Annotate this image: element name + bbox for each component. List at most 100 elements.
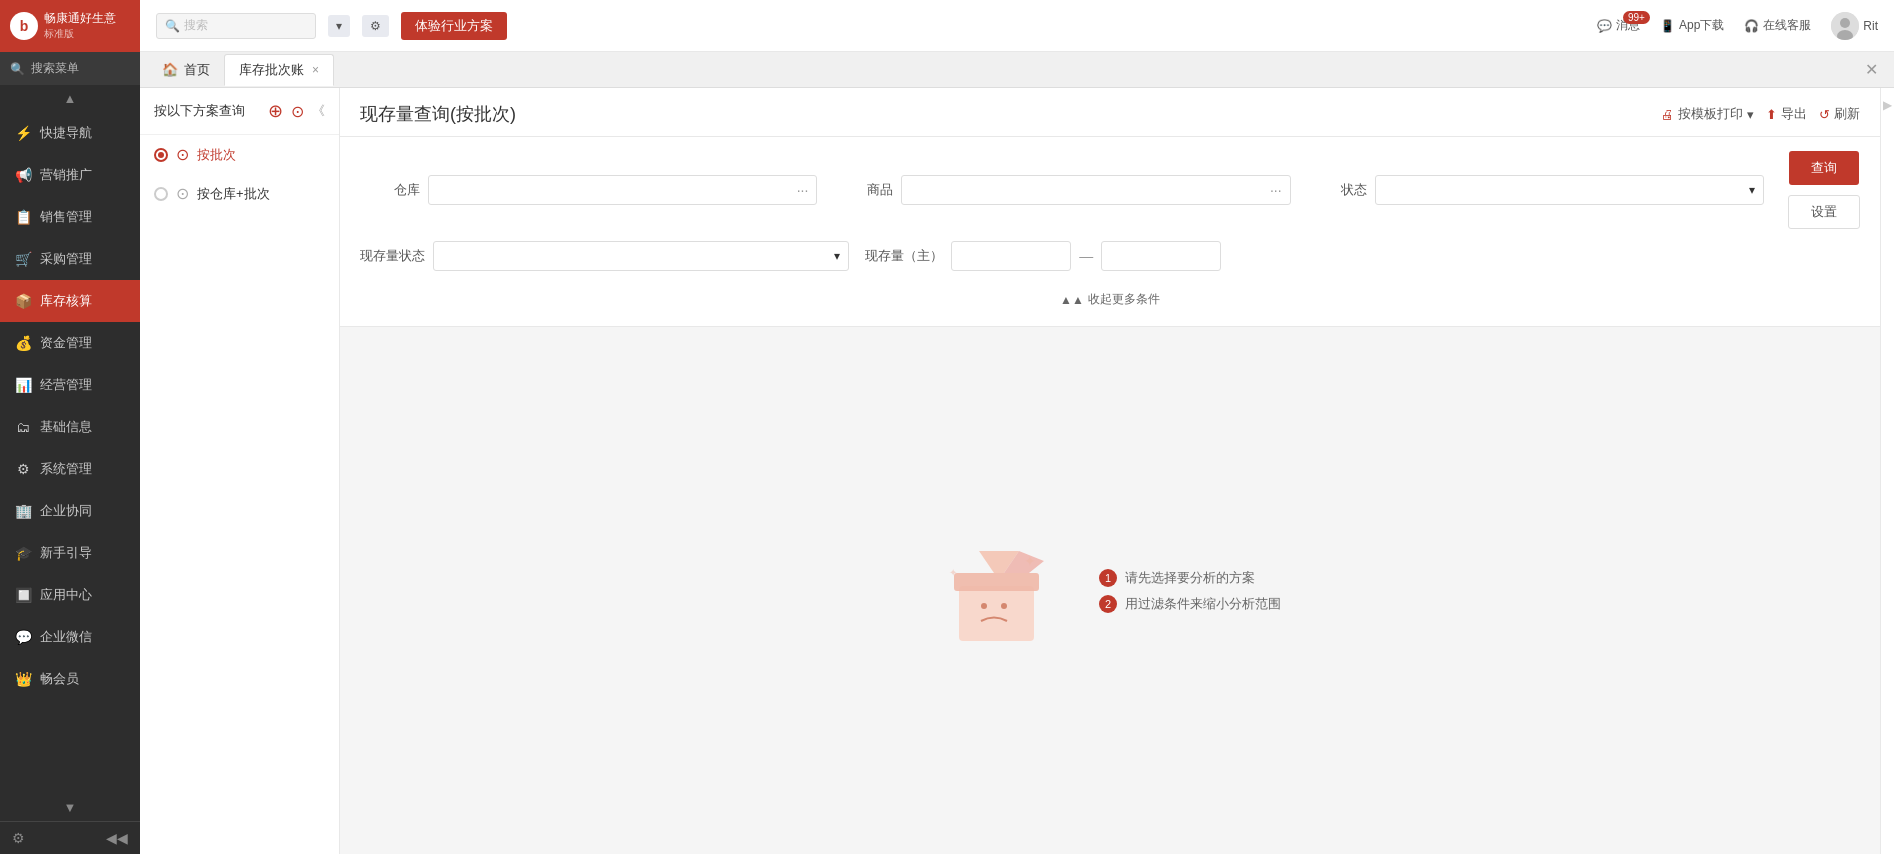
industry-btn[interactable]: 体验行业方案 <box>401 12 507 40</box>
topbar-right: 💬 消息 99+ 📱 App下载 🎧 在线客服 <box>1597 12 1878 40</box>
sidebar-item-wechat[interactable]: 💬 企业微信 <box>0 616 140 658</box>
filter-item-by-batch[interactable]: ⊙ 按批次 <box>140 135 339 174</box>
refresh-btn[interactable]: ↺ 刷新 <box>1819 105 1860 123</box>
empty-svg: ✦ ✦ <box>939 531 1059 651</box>
sidebar-item-enterprise[interactable]: 🏢 企业协同 <box>0 490 140 532</box>
enterprise-icon: 🏢 <box>14 502 32 520</box>
svg-point-8 <box>1001 603 1007 609</box>
tip-text-2: 用过滤条件来缩小分析范围 <box>1125 595 1281 613</box>
inventory-status-select[interactable]: ▾ <box>433 241 849 271</box>
filter-item-by-warehouse-batch[interactable]: ⊙ 按仓库+批次 <box>140 174 339 213</box>
settings-btn[interactable]: ⚙ <box>362 15 389 37</box>
export-btn[interactable]: ⬆ 导出 <box>1766 105 1807 123</box>
basic-icon: 🗂 <box>14 418 32 436</box>
system-icon: ⚙ <box>14 460 32 478</box>
sidebar-item-label: 应用中心 <box>40 586 92 604</box>
sidebar-search-label: 搜索菜单 <box>31 60 79 77</box>
dropdown-btn[interactable]: ▾ <box>328 15 350 37</box>
radio-by-batch <box>154 148 168 162</box>
sidebar-item-member[interactable]: 👑 畅会员 <box>0 658 140 700</box>
newbie-icon: 🎓 <box>14 544 32 562</box>
quantity-max-input[interactable] <box>1101 241 1221 271</box>
empty-tip-2: 2 用过滤条件来缩小分析范围 <box>1099 595 1281 613</box>
quantity-min-input[interactable] <box>951 241 1071 271</box>
app-edition: 标准版 <box>44 27 116 41</box>
scheme-settings-btn[interactable]: ⊙ <box>291 102 304 121</box>
search-placeholder: 搜索 <box>184 17 208 34</box>
app-logo: b <box>10 12 38 40</box>
sidebar-item-finance[interactable]: 💰 资金管理 <box>0 322 140 364</box>
tab-inventory-batch[interactable]: 库存批次账 × <box>224 54 334 86</box>
sidebar-item-label: 系统管理 <box>40 460 92 478</box>
print-icon: 🖨 <box>1661 107 1674 122</box>
collapse-more-btn[interactable]: ▲▲ 收起更多条件 <box>360 283 1860 312</box>
sidebar-item-sales[interactable]: 📋 销售管理 <box>0 196 140 238</box>
svg-text:✦: ✦ <box>949 567 957 578</box>
settings-button[interactable]: 设置 <box>1788 195 1860 229</box>
sidebar-item-appcenter[interactable]: 🔲 应用中心 <box>0 574 140 616</box>
svg-rect-3 <box>959 586 1034 641</box>
query-button[interactable]: 查询 <box>1789 151 1859 185</box>
query-area: 现存量查询(按批次) 🖨 按模板打印 ▾ ⬆ 导出 ↺ 刷新 <box>340 88 1880 854</box>
warehouse-input[interactable]: ··· <box>428 175 817 205</box>
settings-icon[interactable]: ⚙ <box>12 830 25 846</box>
sidebar-item-quicknav[interactable]: ⚡ 快捷导航 <box>0 112 140 154</box>
tab-close-btn[interactable]: × <box>312 63 319 77</box>
svg-point-1 <box>1840 18 1850 28</box>
quantity-label: 现存量（主） <box>865 247 943 265</box>
add-scheme-btn[interactable]: ⊕ <box>268 100 283 122</box>
messages-btn[interactable]: 💬 消息 99+ <box>1597 17 1640 34</box>
finance-icon: 💰 <box>14 334 32 352</box>
batch-icon: ⊙ <box>176 145 189 164</box>
app-download-btn[interactable]: 📱 App下载 <box>1660 17 1724 34</box>
sidebar-item-marketing[interactable]: 📢 营销推广 <box>0 154 140 196</box>
tip-number-1: 1 <box>1099 569 1117 587</box>
collapse-label: 收起更多条件 <box>1088 291 1160 308</box>
print-label: 按模板打印 <box>1678 105 1743 123</box>
user-profile-btn[interactable]: Rit <box>1831 12 1878 40</box>
scroll-down-btn[interactable]: ▼ <box>0 794 140 821</box>
product-label: 商品 <box>833 181 893 199</box>
sidebar-item-newbie[interactable]: 🎓 新手引导 <box>0 532 140 574</box>
print-btn[interactable]: 🖨 按模板打印 ▾ <box>1661 105 1754 123</box>
gear-icon: ⚙ <box>370 19 381 33</box>
sidebar-item-basic[interactable]: 🗂 基础信息 <box>0 406 140 448</box>
empty-state: ✦ ✦ 1 请先选择要分析的方案 2 用过滤条件来缩小分析范围 <box>340 327 1880 854</box>
messages-badge: 99+ <box>1623 11 1650 24</box>
online-support-btn[interactable]: 🎧 在线客服 <box>1744 17 1811 34</box>
print-dropdown-icon: ▾ <box>1747 107 1754 122</box>
app-download-label: App下载 <box>1679 17 1724 34</box>
right-chevron-icon: ▶ <box>1883 98 1892 112</box>
sidebar-item-label: 资金管理 <box>40 334 92 352</box>
product-input[interactable]: ··· <box>901 175 1290 205</box>
operations-icon: 📊 <box>14 376 32 394</box>
inventory-icon: 📦 <box>14 292 32 310</box>
product-expand-icon: ··· <box>1270 182 1282 198</box>
filter-row-1: 仓库 ··· 商品 ··· 状态 <box>360 151 1860 229</box>
sidebar-item-system[interactable]: ⚙ 系统管理 <box>0 448 140 490</box>
global-search[interactable]: 🔍 搜索 <box>156 13 316 39</box>
sidebar-item-label: 企业协同 <box>40 502 92 520</box>
svg-rect-4 <box>954 573 1039 591</box>
collapse-sidebar-icon[interactable]: ◀◀ <box>106 830 128 846</box>
sidebar-footer: ⚙ ◀◀ <box>0 821 140 854</box>
svg-text:✦: ✦ <box>1024 553 1036 569</box>
query-header-actions: 🖨 按模板打印 ▾ ⬆ 导出 ↺ 刷新 <box>1661 105 1860 123</box>
status-select[interactable]: ▾ <box>1375 175 1764 205</box>
search-icon: 🔍 <box>165 19 180 33</box>
close-panel-btn[interactable]: ✕ <box>1865 60 1878 79</box>
export-label: 导出 <box>1781 105 1807 123</box>
sidebar-item-purchase[interactable]: 🛒 采购管理 <box>0 238 140 280</box>
right-scroll-panel[interactable]: ▶ <box>1880 88 1894 854</box>
quantity-separator: — <box>1079 248 1093 264</box>
topbar: 🔍 搜索 ▾ ⚙ 体验行业方案 💬 消息 99+ 📱 App下载 🎧 <box>140 0 1894 52</box>
collapse-filter-btn[interactable]: 《 <box>312 102 325 120</box>
scroll-up-btn[interactable]: ▲ <box>0 85 140 112</box>
inventory-status-field: 现存量状态 ▾ <box>360 241 849 271</box>
sidebar-item-label: 畅会员 <box>40 670 79 688</box>
sidebar-item-inventory[interactable]: 📦 库存核算 <box>0 280 140 322</box>
sidebar-search[interactable]: 🔍 搜索菜单 <box>0 52 140 85</box>
tab-home[interactable]: 🏠 首页 <box>148 55 224 85</box>
product-field: 商品 ··· <box>833 175 1290 205</box>
sidebar-item-operations[interactable]: 📊 经营管理 <box>0 364 140 406</box>
